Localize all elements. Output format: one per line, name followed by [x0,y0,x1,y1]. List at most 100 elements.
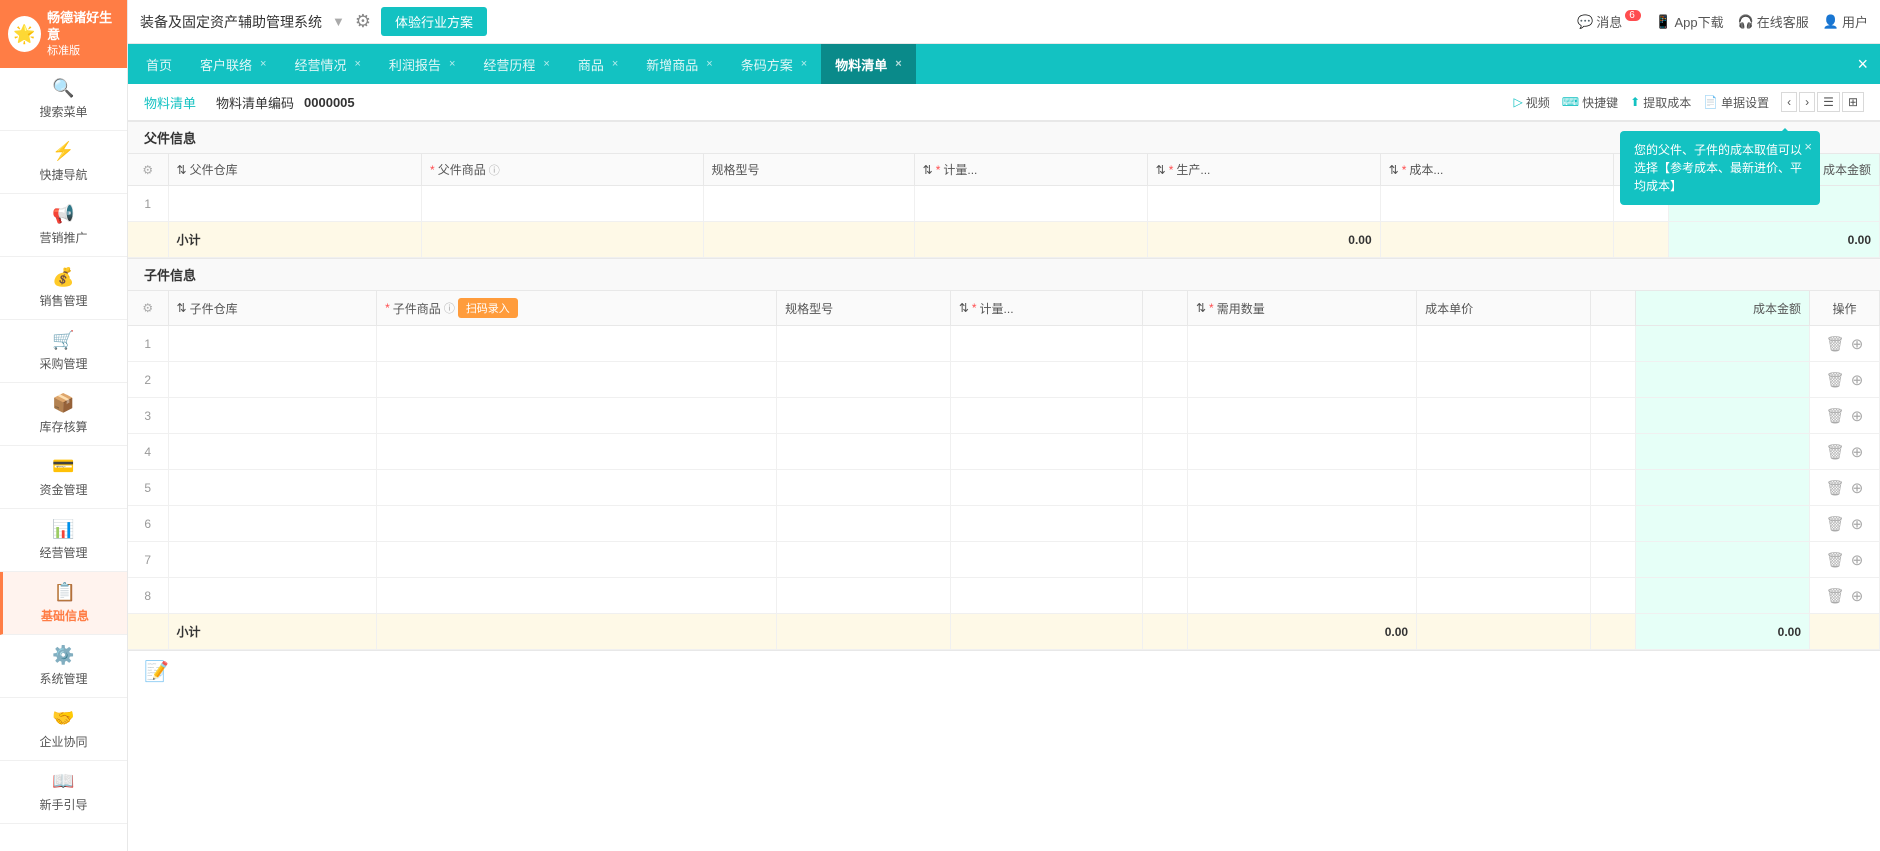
sort-icon2[interactable]: ⇅ [923,163,933,177]
delete-icon-3[interactable]: 🗑 [1826,407,1845,425]
list-view-btn[interactable]: ☰ [1817,92,1840,112]
nav-tab-1[interactable]: 客户联络× [186,44,280,84]
delete-icon-6[interactable]: 🗑 [1826,515,1845,533]
parent-warehouse-cell[interactable] [168,186,422,222]
delete-icon-5[interactable]: 🗑 [1826,479,1845,497]
copy-icon-3[interactable]: ⊕ [1851,407,1864,425]
close-tab-3[interactable]: × [449,58,455,70]
child-unit-1[interactable] [950,326,1142,362]
sort-icon[interactable]: ⇅ [177,163,187,177]
tooltip-close-btn[interactable]: × [1804,137,1812,157]
topbar-dropdown-icon[interactable]: ▼ [332,14,345,29]
child-unit-2[interactable] [950,362,1142,398]
child-unit-6[interactable] [950,506,1142,542]
sidebar-item-3[interactable]: 💰销售管理 [0,257,127,320]
child-qty-7[interactable] [1187,542,1416,578]
child-unit-price-7[interactable] [1417,542,1591,578]
sidebar-item-8[interactable]: 📋基础信息 [0,572,127,635]
delete-icon-8[interactable]: 🗑 [1826,587,1845,605]
delete-icon-1[interactable]: 🗑 [1826,335,1845,353]
parent-production-cell[interactable] [1147,186,1380,222]
child-qty-5[interactable] [1187,470,1416,506]
nav-tab-5[interactable]: 商品× [564,44,632,84]
child-qty-1[interactable] [1187,326,1416,362]
prev-arrow[interactable]: ‹ [1781,92,1797,112]
sort-icon4[interactable]: ⇅ [1389,163,1399,177]
parent-product-cell[interactable] [422,186,704,222]
child-spec-7[interactable] [777,542,951,578]
child-qty-6[interactable] [1187,506,1416,542]
child-unit-7[interactable] [950,542,1142,578]
add-note-icon[interactable]: 📝 [144,659,169,684]
delete-icon-2[interactable]: 🗑 [1826,371,1845,389]
child-warehouse-3[interactable] [168,398,377,434]
child-qty-4[interactable] [1187,434,1416,470]
online-service-btn[interactable]: 🎧 在线客服 [1738,12,1809,31]
child-unit-price-2[interactable] [1417,362,1591,398]
delete-icon-7[interactable]: 🗑 [1826,551,1845,569]
child-unit-price-1[interactable] [1417,326,1591,362]
sidebar-item-5[interactable]: 📦库存核算 [0,383,127,446]
sidebar-item-11[interactable]: 📖新手引导 [0,761,127,824]
child-qty-3[interactable] [1187,398,1416,434]
child-spec-6[interactable] [777,506,951,542]
next-arrow[interactable]: › [1799,92,1815,112]
child-spec-4[interactable] [777,434,951,470]
sidebar-item-0[interactable]: 🔍搜索菜单 [0,68,127,131]
breadcrumb-1[interactable]: 物料清单 [144,93,196,112]
nav-tab-6[interactable]: 新增商品× [632,44,726,84]
child-product-5[interactable] [377,470,777,506]
child-unit-5[interactable] [950,470,1142,506]
child-product-8[interactable] [377,578,777,614]
child-product-2[interactable] [377,362,777,398]
child-unit-3[interactable] [950,398,1142,434]
extract-cost-btn[interactable]: ⬆ 提取成本 [1630,94,1691,111]
message-btn[interactable]: 💬 消息 6 [1577,12,1641,31]
copy-icon-8[interactable]: ⊕ [1851,587,1864,605]
child-warehouse-4[interactable] [168,434,377,470]
gear-icon-child[interactable]: ⚙ [142,301,153,315]
nav-tab-3[interactable]: 利润报告× [375,44,469,84]
child-unit-4[interactable] [950,434,1142,470]
copy-icon-1[interactable]: ⊕ [1851,335,1864,353]
sidebar-item-10[interactable]: 🤝企业协同 [0,698,127,761]
close-all-tabs-icon[interactable]: × [1849,54,1876,75]
user-btn[interactable]: 👤 用户 [1823,12,1868,31]
child-qty-8[interactable] [1187,578,1416,614]
sidebar-item-7[interactable]: 📊经营管理 [0,509,127,572]
close-tab-8[interactable]: × [895,58,901,70]
child-unit-8[interactable] [950,578,1142,614]
nav-tab-4[interactable]: 经营历程× [469,44,563,84]
parent-spec-cell[interactable] [703,186,914,222]
child-warehouse-2[interactable] [168,362,377,398]
copy-icon-5[interactable]: ⊕ [1851,479,1864,497]
child-qty-2[interactable] [1187,362,1416,398]
grid-view-btn[interactable]: ⊞ [1842,92,1864,112]
nav-tab-7[interactable]: 条码方案× [727,44,821,84]
sidebar-logo[interactable]: 🌟 畅德诸好生意 标准版 [0,0,127,68]
sidebar-item-2[interactable]: 📢营销推广 [0,194,127,257]
nav-tab-2[interactable]: 经营情况× [280,44,374,84]
child-unit-price-4[interactable] [1417,434,1591,470]
shortcut-btn[interactable]: ⌨ 快捷键 [1562,94,1618,111]
delete-icon-4[interactable]: 🗑 [1826,443,1845,461]
child-spec-8[interactable] [777,578,951,614]
close-tab-7[interactable]: × [801,58,807,70]
sidebar-item-4[interactable]: 🛒采购管理 [0,320,127,383]
copy-icon-6[interactable]: ⊕ [1851,515,1864,533]
copy-icon-7[interactable]: ⊕ [1851,551,1864,569]
child-unit-price-6[interactable] [1417,506,1591,542]
child-warehouse-7[interactable] [168,542,377,578]
trial-btn[interactable]: 体验行业方案 [381,7,487,36]
sidebar-item-6[interactable]: 💳资金管理 [0,446,127,509]
child-warehouse-8[interactable] [168,578,377,614]
close-tab-6[interactable]: × [706,58,712,70]
child-product-3[interactable] [377,398,777,434]
nav-tab-0[interactable]: 首页 [132,44,186,84]
child-warehouse-5[interactable] [168,470,377,506]
sidebar-item-9[interactable]: ⚙️系统管理 [0,635,127,698]
sort-icon3[interactable]: ⇅ [1156,163,1166,177]
child-product-1[interactable] [377,326,777,362]
copy-icon-4[interactable]: ⊕ [1851,443,1864,461]
app-download-btn[interactable]: 📱 App下载 [1655,12,1723,31]
